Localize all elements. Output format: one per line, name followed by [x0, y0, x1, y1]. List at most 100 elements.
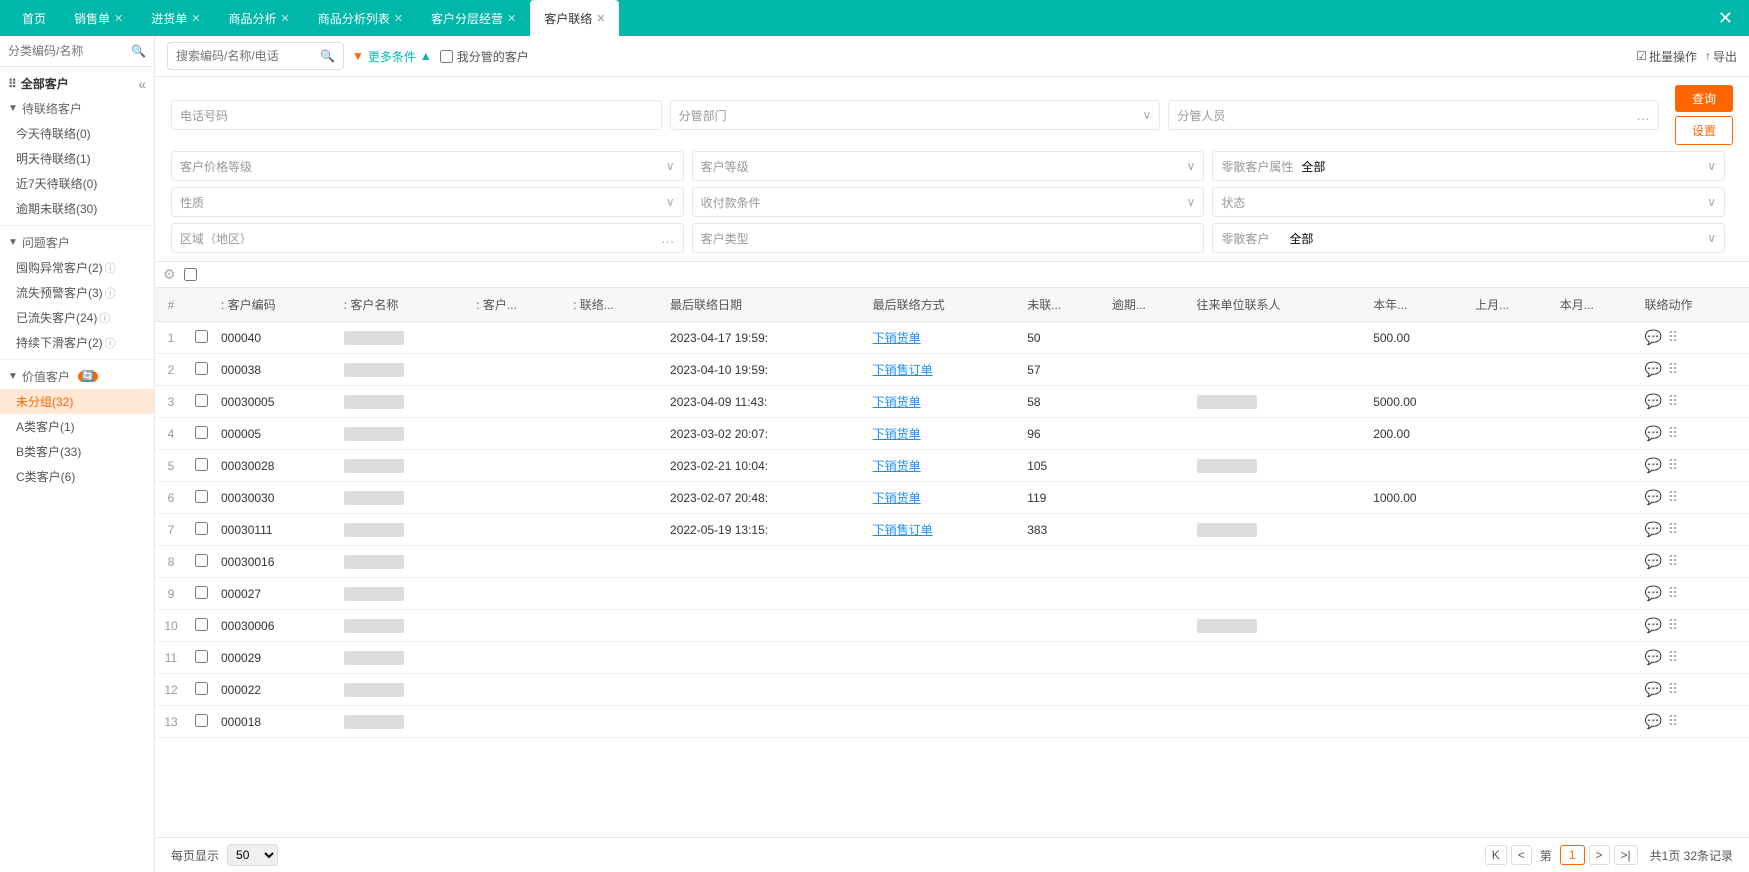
chat-icon[interactable]: 💬: [1644, 585, 1661, 602]
nav-tab-product-analysis[interactable]: 商品分析 ✕: [214, 0, 303, 36]
first-page-btn[interactable]: K: [1485, 845, 1507, 865]
row-checkbox[interactable]: [195, 682, 208, 695]
region-ellipsis-btn[interactable]: …: [661, 230, 675, 246]
row-checkbox[interactable]: [195, 714, 208, 727]
menu-icon[interactable]: ⠿: [1668, 681, 1678, 698]
customer-search-input[interactable]: [176, 49, 316, 63]
cell-checkbox[interactable]: [187, 546, 215, 578]
my-customers-checkbox-label[interactable]: 我分管的客户: [440, 48, 529, 65]
chat-icon[interactable]: 💬: [1644, 713, 1661, 730]
menu-icon[interactable]: ⠿: [1668, 617, 1678, 634]
menu-icon[interactable]: ⠿: [1668, 489, 1678, 506]
row-checkbox[interactable]: [195, 490, 208, 503]
nav-tab-product-list[interactable]: 商品分析列表 ✕: [304, 0, 417, 36]
row-checkbox[interactable]: [195, 458, 208, 471]
nav-tab-customer-tier[interactable]: 客户分层经营 ✕: [417, 0, 530, 36]
menu-icon[interactable]: ⠿: [1668, 457, 1678, 474]
nav-tab-customer-contact[interactable]: 客户联络 ✕: [530, 0, 619, 36]
chat-icon[interactable]: 💬: [1644, 553, 1661, 570]
category-search-input[interactable]: [8, 44, 131, 58]
cell-checkbox[interactable]: [187, 514, 215, 546]
chat-icon[interactable]: 💬: [1644, 681, 1661, 698]
nav-tab-product-analysis-close[interactable]: ✕: [281, 12, 290, 25]
chat-icon[interactable]: 💬: [1644, 457, 1661, 474]
sidebar-item-week-pending[interactable]: 近7天待联络(0): [0, 171, 154, 196]
reset-button[interactable]: 设置: [1675, 116, 1733, 145]
cell-checkbox[interactable]: [187, 386, 215, 418]
sidebar-item-abnormal[interactable]: 囤购异常客户(2) ⓘ: [0, 255, 154, 280]
cell-checkbox[interactable]: [187, 706, 215, 738]
sidebar-item-declining[interactable]: 持续下滑客户(2) ⓘ: [0, 330, 154, 355]
sidebar-item-tomorrow-pending[interactable]: 明天待联络(1): [0, 146, 154, 171]
cell-checkbox[interactable]: [187, 354, 215, 386]
cell-checkbox[interactable]: [187, 418, 215, 450]
nav-tab-customer-tier-close[interactable]: ✕: [507, 12, 516, 25]
sidebar-item-overdue-pending[interactable]: 逾期未联络(30): [0, 196, 154, 221]
menu-icon[interactable]: ⠿: [1668, 713, 1678, 730]
nav-tab-purchase[interactable]: 进货单 ✕: [137, 0, 214, 36]
cell-checkbox[interactable]: [187, 610, 215, 642]
my-customers-checkbox[interactable]: [440, 50, 453, 63]
cell-checkbox[interactable]: [187, 450, 215, 482]
sidebar-item-ungraded[interactable]: 未分组(32): [0, 389, 154, 414]
prev-page-btn[interactable]: <: [1511, 845, 1532, 865]
chat-icon[interactable]: 💬: [1644, 521, 1661, 538]
sidebar-item-b-class[interactable]: B类客户(33): [0, 439, 154, 464]
page-size-select[interactable]: 50 100 200: [227, 844, 278, 866]
chat-icon[interactable]: 💬: [1644, 489, 1661, 506]
cell-checkbox[interactable]: [187, 322, 215, 354]
chat-icon[interactable]: 💬: [1644, 617, 1661, 634]
cell-checkbox[interactable]: [187, 482, 215, 514]
last-method-link[interactable]: 下销货单: [873, 395, 921, 409]
nav-tab-sales[interactable]: 销售单 ✕: [60, 0, 137, 36]
next-page-btn[interactable]: >: [1589, 845, 1610, 865]
manager-ellipsis-btn[interactable]: …: [1636, 107, 1650, 123]
last-method-link[interactable]: 下销货单: [873, 427, 921, 441]
sidebar-item-a-class[interactable]: A类客户(1): [0, 414, 154, 439]
nature-field[interactable]: 性质 ∨: [171, 187, 684, 217]
row-checkbox[interactable]: [195, 362, 208, 375]
row-checkbox[interactable]: [195, 394, 208, 407]
cell-checkbox[interactable]: [187, 674, 215, 706]
nav-tab-product-list-close[interactable]: ✕: [394, 12, 403, 25]
customer-type-field[interactable]: 客户类型: [692, 223, 1205, 253]
chat-icon[interactable]: 💬: [1644, 425, 1661, 442]
sidebar-item-churned[interactable]: 已流失客户(24) ⓘ: [0, 305, 154, 330]
last-method-link[interactable]: 下销货单: [873, 491, 921, 505]
menu-icon[interactable]: ⠿: [1668, 649, 1678, 666]
price-level-field[interactable]: 客户价格等级 ∨: [171, 151, 684, 181]
last-page-btn[interactable]: >|: [1614, 845, 1638, 865]
menu-icon[interactable]: ⠿: [1668, 361, 1678, 378]
menu-icon[interactable]: ⠿: [1668, 393, 1678, 410]
row-checkbox[interactable]: [195, 330, 208, 343]
all-customers-header[interactable]: ⠿ 全部客户 «: [0, 67, 154, 96]
category-search-icon[interactable]: 🔍: [131, 44, 146, 58]
chat-icon[interactable]: 💬: [1644, 393, 1661, 410]
row-checkbox[interactable]: [195, 650, 208, 663]
select-all-checkbox[interactable]: [184, 268, 197, 281]
row-checkbox[interactable]: [195, 426, 208, 439]
settings-icon[interactable]: ⚙: [163, 266, 176, 283]
region-field[interactable]: 区域（地区） …: [171, 223, 684, 253]
more-conditions-btn[interactable]: ▼ 更多条件 ▲: [352, 48, 432, 65]
chat-icon[interactable]: 💬: [1644, 329, 1661, 346]
customer-search-icon[interactable]: 🔍: [320, 49, 335, 63]
phone-input[interactable]: [248, 108, 653, 122]
menu-icon[interactable]: ⠿: [1668, 425, 1678, 442]
scattered-customer-field[interactable]: 零散客户 全部 ∨: [1212, 223, 1725, 253]
sidebar-collapse-btn[interactable]: «: [138, 76, 146, 92]
row-checkbox[interactable]: [195, 586, 208, 599]
chat-icon[interactable]: 💬: [1644, 361, 1661, 378]
nav-tab-purchase-close[interactable]: ✕: [191, 12, 200, 25]
query-button[interactable]: 查询: [1675, 85, 1733, 112]
payment-field[interactable]: 收付款条件 ∨: [692, 187, 1205, 217]
export-btn[interactable]: ↑ 导出: [1705, 48, 1737, 65]
menu-icon[interactable]: ⠿: [1668, 553, 1678, 570]
sidebar-item-churn-warning[interactable]: 流失预警客户(3) ⓘ: [0, 280, 154, 305]
dept-field[interactable]: 分管部门 ∨: [670, 100, 1161, 130]
last-method-link[interactable]: 下销货单: [873, 459, 921, 473]
status-field[interactable]: 状态 ∨: [1212, 187, 1725, 217]
row-checkbox[interactable]: [195, 522, 208, 535]
scattered-attr-field[interactable]: 零散客户属性 全部 ∨: [1212, 151, 1725, 181]
menu-icon[interactable]: ⠿: [1668, 585, 1678, 602]
